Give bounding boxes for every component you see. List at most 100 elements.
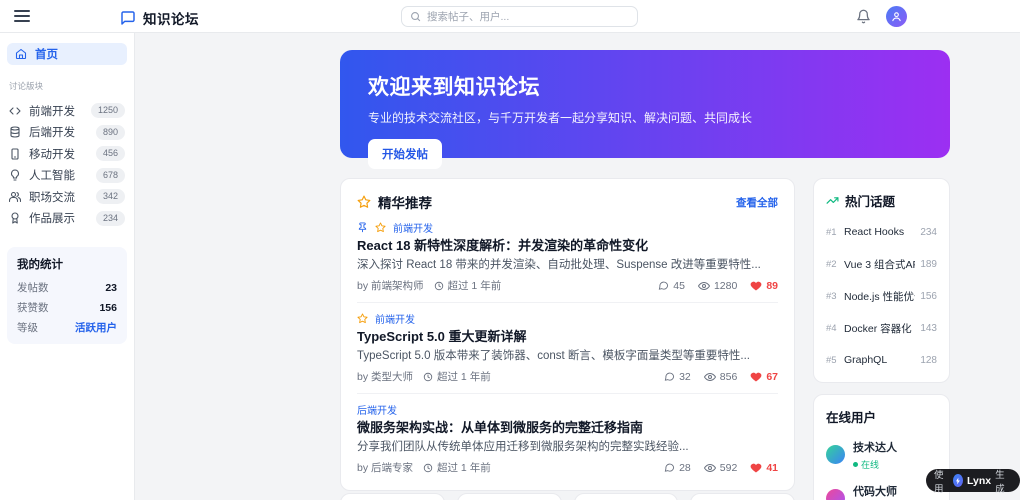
mobile-icon xyxy=(9,148,21,160)
clock-icon xyxy=(423,372,433,382)
post-item[interactable]: 后端开发 微服务架构实战：从单体到微服务的完整迁移指南 分享我们团队从传统单体应… xyxy=(357,394,778,484)
view-all-link[interactable]: 查看全部 xyxy=(736,195,778,210)
post-tag[interactable]: 前端开发 xyxy=(375,311,415,326)
stats-row-level: 等级 活跃用户 xyxy=(17,322,117,334)
search-input[interactable] xyxy=(427,10,629,23)
post-excerpt: TypeScript 5.0 版本带来了装饰器、const 断言、模板字面量类型… xyxy=(357,350,750,362)
view-count: 1280 xyxy=(697,280,737,292)
top-header: 知识论坛 xyxy=(0,0,1020,33)
post-author[interactable]: by 前端架构师 xyxy=(357,278,424,293)
users-icon xyxy=(9,191,21,203)
post-author[interactable]: by 类型大师 xyxy=(357,369,413,384)
comment-icon xyxy=(658,280,669,291)
banner-subtitle: 专业的技术交流社区，与千万开发者一起分享知识、解决问题、共同成长 xyxy=(368,111,753,125)
post-tag[interactable]: 后端开发 xyxy=(357,402,397,417)
stats-row-likes: 获赞数 156 xyxy=(17,301,117,315)
clock-icon xyxy=(434,281,444,291)
status-badge: 在线 xyxy=(853,458,897,471)
eye-icon xyxy=(697,280,710,292)
welcome-banner: 欢迎来到知识论坛 专业的技术交流社区，与千万开发者一起分享知识、解决问题、共同成… xyxy=(340,50,950,169)
post-time: 超过 1 年前 xyxy=(447,280,502,292)
comment-icon xyxy=(664,371,675,382)
star-icon xyxy=(375,222,386,233)
view-count: 856 xyxy=(703,371,737,383)
lynx-watermark-badge[interactable]: 使用 Lynx 生成 xyxy=(926,469,1020,495)
count-badge: 342 xyxy=(95,189,125,205)
count-badge: 234 xyxy=(95,210,125,226)
count-badge: 456 xyxy=(95,146,125,162)
featured-title: 精华推荐 xyxy=(378,196,432,211)
post-time: 超过 1 年前 xyxy=(437,371,491,383)
post-title[interactable]: TypeScript 5.0 重大更新详解 xyxy=(357,329,778,345)
stats-row-posts: 发帖数 23 xyxy=(17,281,117,295)
post-item[interactable]: 前端开发 React 18 新特性深度解析：并发渲染的革命性变化 深入探讨 Re… xyxy=(357,212,778,303)
eye-icon xyxy=(703,371,716,383)
code-icon xyxy=(9,105,21,117)
online-user[interactable]: 技术达人 在线 xyxy=(826,438,937,471)
sidebar-item-frontend[interactable]: 前端开发 1250 xyxy=(7,100,127,122)
post-author[interactable]: by 后端专家 xyxy=(357,460,413,475)
app-title: 知识论坛 xyxy=(143,12,199,27)
category-card[interactable] xyxy=(690,493,795,500)
sidebar-item-home[interactable]: 首页 xyxy=(7,43,127,65)
lightbulb-icon xyxy=(9,169,21,181)
eye-icon xyxy=(703,462,716,474)
post-title[interactable]: React 18 新特性深度解析：并发渲染的革命性变化 xyxy=(357,238,778,254)
sidebar-item-career[interactable]: 职场交流 342 xyxy=(7,186,127,208)
online-users-title: 在线用户 xyxy=(826,411,877,425)
online-user[interactable]: 代码大师 在线 xyxy=(826,482,937,500)
view-count: 592 xyxy=(703,462,737,474)
topic-item[interactable]: #3 Node.js 性能优化 156 xyxy=(826,286,937,306)
category-cards-row xyxy=(340,493,795,500)
trending-up-icon xyxy=(826,194,839,207)
heart-icon xyxy=(750,371,762,383)
chat-bubble-icon xyxy=(120,10,136,26)
star-icon xyxy=(357,313,368,324)
comment-count: 45 xyxy=(658,280,685,292)
hot-topics-card: 热门话题 #1 React Hooks 234 #2 Vue 3 组合式API … xyxy=(813,178,950,383)
sidebar-item-mobile[interactable]: 移动开发 456 xyxy=(7,143,127,165)
star-icon xyxy=(357,195,371,209)
like-button[interactable]: 89 xyxy=(750,280,778,292)
post-tag[interactable]: 前端开发 xyxy=(393,220,433,235)
stats-title: 我的统计 xyxy=(17,259,63,271)
count-badge: 678 xyxy=(95,167,125,183)
home-icon xyxy=(15,48,27,60)
comment-count: 28 xyxy=(664,462,691,474)
logo[interactable]: 知识论坛 xyxy=(120,8,199,28)
sidebar-home-label: 首页 xyxy=(35,49,58,61)
post-excerpt: 分享我们团队从传统单体应用迁移到微服务架构的完整实践经验... xyxy=(357,441,689,453)
category-card[interactable] xyxy=(573,493,679,500)
clock-icon xyxy=(423,463,433,473)
hot-topics-title: 热门话题 xyxy=(845,195,896,209)
menu-icon[interactable] xyxy=(14,9,30,23)
topic-item[interactable]: #2 Vue 3 组合式API 189 xyxy=(826,254,937,274)
online-dot-icon xyxy=(853,462,858,467)
post-item[interactable]: 前端开发 TypeScript 5.0 重大更新详解 TypeScript 5.… xyxy=(357,303,778,394)
post-title[interactable]: 微服务架构实战：从单体到微服务的完整迁移指南 xyxy=(357,420,778,436)
left-sidebar: 首页 讨论版块 前端开发 1250 后端开发 890 移动开发 456 人工智能… xyxy=(0,33,135,500)
featured-posts-card: 精华推荐 查看全部 前端开发 React 18 新特性深度解析：并发渲染的革命性… xyxy=(340,178,795,491)
like-button[interactable]: 67 xyxy=(750,371,778,383)
database-icon xyxy=(9,126,21,138)
sidebar-item-showcase[interactable]: 作品展示 234 xyxy=(7,208,127,230)
topic-item[interactable]: #5 GraphQL 128 xyxy=(826,350,937,370)
category-card[interactable] xyxy=(340,493,445,500)
like-button[interactable]: 41 xyxy=(750,462,778,474)
sidebar-section-label: 讨论版块 xyxy=(9,81,44,91)
user-avatar[interactable] xyxy=(886,6,907,27)
count-badge: 1250 xyxy=(90,103,125,119)
lynx-logo-icon xyxy=(952,474,964,487)
comment-count: 32 xyxy=(664,371,691,383)
topic-item[interactable]: #4 Docker 容器化 143 xyxy=(826,318,937,338)
sidebar-item-ai[interactable]: 人工智能 678 xyxy=(7,165,127,187)
start-post-button[interactable]: 开始发帖 xyxy=(368,139,442,169)
topic-item[interactable]: #1 React Hooks 234 xyxy=(826,222,937,242)
bell-icon[interactable] xyxy=(856,9,871,24)
trophy-icon xyxy=(9,212,21,224)
search-icon xyxy=(410,11,421,22)
comment-icon xyxy=(664,462,675,473)
category-card[interactable] xyxy=(456,493,562,500)
sidebar-item-backend[interactable]: 后端开发 890 xyxy=(7,122,127,144)
search-bar xyxy=(401,6,638,27)
